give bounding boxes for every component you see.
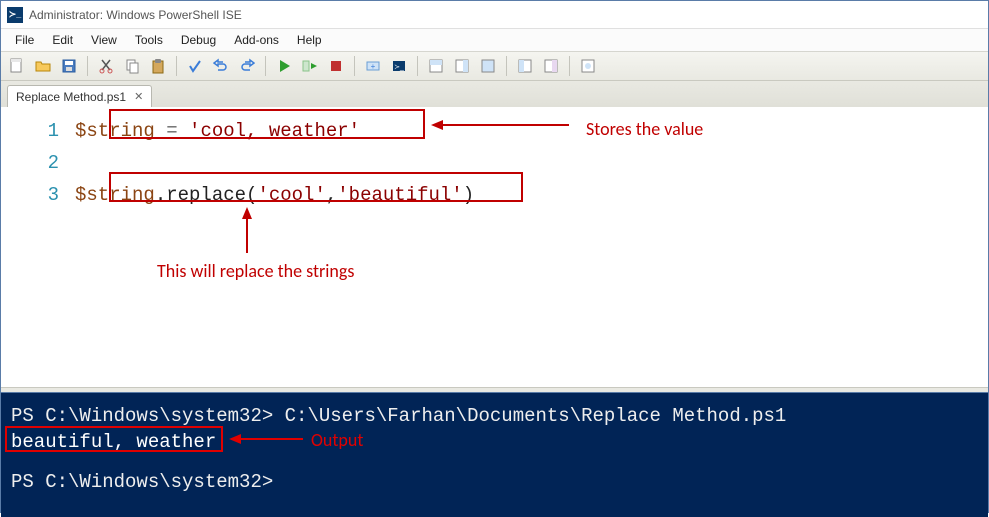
window-title: Administrator: Windows PowerShell ISE (29, 8, 242, 22)
clear-button[interactable] (183, 54, 207, 78)
tab-label: Replace Method.ps1 (16, 90, 126, 104)
line-number: 1 (1, 115, 59, 147)
toolbar-separator (506, 56, 507, 76)
options-button[interactable] (576, 54, 600, 78)
new-remote-tab-button[interactable]: + (361, 54, 385, 78)
console-line: PS C:\Windows\system32> (11, 469, 978, 495)
toolbar-separator (176, 56, 177, 76)
tab-close-icon[interactable]: ✕ (134, 90, 143, 103)
menu-edit[interactable]: Edit (44, 31, 81, 49)
menu-addons[interactable]: Add-ons (226, 31, 287, 49)
line-number: 2 (1, 147, 59, 179)
command-text: C:\Users\Farhan\Documents\Replace Method… (285, 405, 787, 427)
toolbar-separator (87, 56, 88, 76)
prompt-text: PS C:\Windows\system32> (11, 471, 273, 493)
undo-button[interactable] (209, 54, 233, 78)
annotation-replace: This will replace the strings (157, 255, 354, 287)
show-command-button[interactable] (513, 54, 537, 78)
script-editor[interactable]: 1 2 3 $string = 'cool, weather' $string.… (1, 107, 988, 387)
titlebar: ≻_ Administrator: Windows PowerShell ISE (1, 1, 988, 29)
annotation-stores: Stores the value (586, 113, 703, 145)
console-pane[interactable]: PS C:\Windows\system32> C:\Users\Farhan\… (1, 393, 988, 517)
show-command-addon-button[interactable] (539, 54, 563, 78)
console-blank (11, 455, 978, 469)
annotation-box (109, 172, 523, 202)
toolbar: + ≻_ (1, 51, 988, 81)
toolbar-separator (354, 56, 355, 76)
run-script-button[interactable] (272, 54, 296, 78)
menu-tools[interactable]: Tools (127, 31, 171, 49)
start-powershell-button[interactable]: ≻_ (387, 54, 411, 78)
show-script-pane-top-button[interactable] (424, 54, 448, 78)
save-button[interactable] (57, 54, 81, 78)
svg-text:+: + (371, 62, 376, 71)
svg-text:≻_: ≻_ (394, 64, 404, 71)
line-number: 3 (1, 179, 59, 211)
toolbar-separator (265, 56, 266, 76)
tab-replace-method[interactable]: Replace Method.ps1 ✕ (7, 85, 152, 107)
menubar: File Edit View Tools Debug Add-ons Help (1, 29, 988, 51)
toolbar-separator (569, 56, 570, 76)
annotation-box (5, 426, 223, 452)
app-icon: ≻_ (7, 7, 23, 23)
line-gutter: 1 2 3 (1, 107, 71, 387)
menu-file[interactable]: File (7, 31, 42, 49)
tab-strip: Replace Method.ps1 ✕ (1, 81, 988, 107)
prompt-text: PS C:\Windows\system32> (11, 405, 285, 427)
cut-button[interactable] (94, 54, 118, 78)
arrow-icon (239, 205, 255, 255)
paste-button[interactable] (146, 54, 170, 78)
toolbar-separator (417, 56, 418, 76)
arrow-icon (429, 117, 579, 133)
run-selection-button[interactable] (298, 54, 322, 78)
arrow-icon (227, 431, 307, 447)
show-script-pane-right-button[interactable] (450, 54, 474, 78)
show-script-pane-max-button[interactable] (476, 54, 500, 78)
copy-button[interactable] (120, 54, 144, 78)
stop-button[interactable] (324, 54, 348, 78)
redo-button[interactable] (235, 54, 259, 78)
open-file-button[interactable] (31, 54, 55, 78)
menu-debug[interactable]: Debug (173, 31, 224, 49)
menu-view[interactable]: View (83, 31, 125, 49)
annotation-output: Output (311, 427, 363, 453)
code-area[interactable]: $string = 'cool, weather' $string.replac… (71, 107, 988, 387)
annotation-box (109, 109, 425, 139)
new-file-button[interactable] (5, 54, 29, 78)
menu-help[interactable]: Help (289, 31, 330, 49)
